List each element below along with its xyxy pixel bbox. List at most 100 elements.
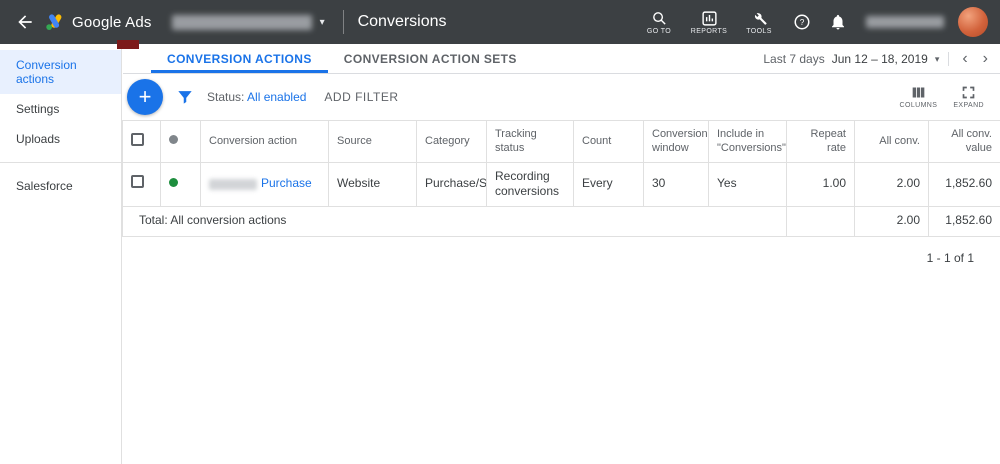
select-all-checkbox[interactable] (131, 133, 144, 146)
tab-label: CONVERSION ACTIONS (167, 52, 312, 66)
help-button[interactable]: ? (788, 13, 816, 31)
sidebar-divider (0, 162, 121, 163)
col-label: Repeat rate (811, 128, 846, 154)
topbar-actions: GO TO REPORTS TOOLS ? (638, 7, 988, 37)
avatar[interactable] (958, 7, 988, 37)
status-dot-header (161, 121, 201, 163)
date-range-picker[interactable]: Last 7 days Jun 12 – 18, 2019 ▾ ‹ › (763, 44, 992, 74)
back-arrow-icon (15, 12, 35, 32)
add-filter-button[interactable]: ADD FILTER (324, 90, 398, 104)
row-checkbox[interactable] (131, 175, 144, 188)
total-repeat-rate-cell (787, 206, 855, 236)
status-dot-icon (169, 135, 178, 144)
sidebar-item-uploads[interactable]: Uploads (0, 124, 121, 154)
top-app-bar: Google Ads ▾ Conversions GO TO REPORTS T… (0, 0, 1000, 44)
sidebar-item-label: Conversion actions (16, 58, 77, 86)
sidebar-item-label: Settings (16, 102, 59, 116)
columns-icon (911, 85, 926, 100)
reports-icon (701, 10, 718, 27)
row-category-cell: Purchase/Sale (417, 162, 487, 206)
tab-label: CONVERSION ACTION SETS (344, 52, 517, 66)
col-all-conv-value: All conv. value (929, 121, 1000, 163)
row-all-conv-cell: 2.00 (855, 162, 929, 206)
status-filter: Status: All enabled (207, 90, 306, 104)
tab-conversion-action-sets[interactable]: CONVERSION ACTION SETS (328, 44, 533, 73)
page-title: Conversions (358, 13, 447, 31)
search-icon (651, 10, 668, 27)
col-all-conv: All conv. (855, 121, 929, 163)
table-row: Purchase Website Purchase/Sale Recording… (123, 162, 1000, 206)
date-range-caret-icon: ▾ (935, 54, 940, 65)
col-include-in-conversions: Include in "Conversions" (709, 121, 787, 163)
sidebar-item-label: Salesforce (16, 179, 73, 193)
col-category: Category (417, 121, 487, 163)
sidebar-item-conversion-actions[interactable]: Conversion actions (0, 50, 121, 94)
goto-search-button[interactable]: GO TO (638, 10, 680, 35)
col-label: All conv. value (951, 128, 992, 154)
row-tracking-status-cell: Recording conversions (487, 162, 574, 206)
table-tools: COLUMNS EXPAND (900, 85, 990, 109)
col-label: Count (582, 135, 611, 147)
account-caret-icon[interactable]: ▾ (320, 17, 325, 28)
row-count-cell: Every (574, 162, 644, 206)
col-count: Count (574, 121, 644, 163)
expand-button[interactable]: EXPAND (953, 85, 984, 109)
row-status-cell (161, 162, 201, 206)
redacted-account-name[interactable] (172, 15, 312, 30)
status-filter-label: Status: (207, 90, 244, 104)
expand-label: EXPAND (953, 102, 984, 109)
row-repeat-rate-cell: 1.00 (787, 162, 855, 206)
enabled-status-dot-icon (169, 178, 178, 187)
col-repeat-rate: Repeat rate (787, 121, 855, 163)
tools-button[interactable]: TOOLS (738, 10, 780, 35)
sidebar-item-settings[interactable]: Settings (0, 94, 121, 124)
tools-label: TOOLS (746, 28, 772, 35)
date-prev-button[interactable]: ‹ (958, 51, 971, 67)
col-label: Conversion action (209, 135, 297, 147)
row-all-conv-value-cell: 1,852.60 (929, 162, 1000, 206)
col-conversion-action: Conversion action (201, 121, 329, 163)
filter-funnel-icon (175, 87, 195, 107)
status-filter-value[interactable]: All enabled (247, 90, 306, 104)
reports-button[interactable]: REPORTS (688, 10, 730, 35)
date-next-button[interactable]: › (979, 51, 992, 67)
total-all-conv-value-cell: 1,852.60 (929, 206, 1000, 236)
columns-button[interactable]: COLUMNS (900, 85, 938, 109)
sidebar-item-label: Uploads (16, 132, 60, 146)
date-range-preset: Last 7 days (763, 52, 824, 66)
filter-button[interactable] (175, 87, 195, 107)
reports-label: REPORTS (691, 28, 728, 35)
total-label-cell: Total: All conversion actions (123, 206, 787, 236)
total-all-conv-cell: 2.00 (855, 206, 929, 236)
help-icon: ? (793, 13, 811, 31)
row-source-cell: Website (329, 162, 417, 206)
col-label: Category (425, 135, 470, 147)
row-include-cell: Yes (709, 162, 787, 206)
product-name: Google Ads (72, 14, 152, 31)
tabs-row: CONVERSION ACTIONS CONVERSION ACTION SET… (123, 44, 1000, 74)
col-label: All conv. (879, 135, 920, 147)
notifications-button[interactable] (824, 13, 852, 31)
add-conversion-button[interactable]: + (127, 79, 163, 115)
redacted-chip (117, 40, 139, 49)
conversion-action-link[interactable]: Purchase (261, 176, 312, 190)
sidebar-item-salesforce[interactable]: Salesforce (0, 171, 121, 201)
pagination: 1 - 1 of 1 (123, 237, 1000, 265)
col-label: Source (337, 135, 372, 147)
row-name-cell: Purchase (201, 162, 329, 206)
columns-label: COLUMNS (900, 102, 938, 109)
tab-conversion-actions[interactable]: CONVERSION ACTIONS (151, 44, 328, 73)
topbar-divider (343, 10, 344, 34)
filter-toolbar: + Status: All enabled ADD FILTER COLUMNS… (123, 74, 1000, 120)
col-tracking-status: Tracking status (487, 121, 574, 163)
row-select-cell (123, 162, 161, 206)
col-label: Tracking status (495, 128, 537, 154)
google-ads-logo-icon (44, 11, 66, 33)
table-header-row: Conversion action Source Category Tracki… (123, 121, 1000, 163)
total-row: Total: All conversion actions 2.00 1,852… (123, 206, 1000, 236)
bell-icon (829, 13, 847, 31)
plus-icon: + (139, 86, 152, 108)
row-conversion-window-cell: 30 (644, 162, 709, 206)
back-button[interactable] (10, 7, 40, 37)
col-conversion-window: Conversion window (644, 121, 709, 163)
